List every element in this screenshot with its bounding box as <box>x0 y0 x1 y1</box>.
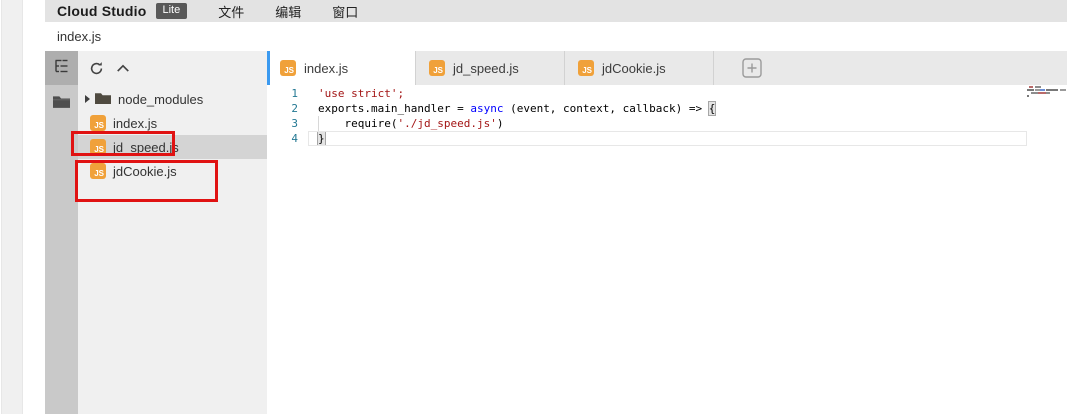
folder-icon <box>95 92 111 107</box>
explorer-header <box>78 51 267 85</box>
activity-bar <box>45 51 78 414</box>
line-number: 1 <box>267 86 298 101</box>
tree-item-index-js[interactable]: JS index.js <box>78 111 267 135</box>
cloud-studio-window: Cloud Studio Lite 文件 编辑 窗口 index.js <box>0 0 1067 414</box>
line-number: 2 <box>267 101 298 116</box>
list-tree-icon <box>53 58 70 79</box>
app-logo: Cloud Studio <box>57 3 147 19</box>
minimap-line <box>1027 92 1067 94</box>
code-editor[interactable]: 1 'use strict'; 2 exports.main_handler =… <box>267 85 1067 414</box>
javascript-file-icon: JS <box>90 139 106 155</box>
menubar: Cloud Studio Lite 文件 编辑 窗口 <box>45 0 1067 22</box>
refresh-button[interactable] <box>89 61 104 76</box>
explorer-panel: node_modules JS index.js JS jd_speed.js … <box>78 51 267 414</box>
breadcrumb-filename: index.js <box>57 29 101 44</box>
current-line-highlight <box>308 131 1027 146</box>
expand-arrow-icon[interactable] <box>85 95 90 103</box>
menu-file[interactable]: 文件 <box>218 2 244 21</box>
folder-icon <box>53 95 70 113</box>
code-line: 2 exports.main_handler = async (event, c… <box>267 101 1067 116</box>
breadcrumb: index.js <box>45 22 1067 51</box>
minimap-line <box>1027 95 1067 97</box>
outer-left-panel <box>1 0 23 414</box>
tree-item-node-modules[interactable]: node_modules <box>78 87 267 111</box>
menu-window[interactable]: 窗口 <box>332 2 358 21</box>
code-line: 1 'use strict'; <box>267 86 1067 101</box>
tab-jd-speed-js[interactable]: JS jd_speed.js <box>416 51 565 85</box>
tab-bar: JS index.js JS jd_speed.js JS jdCookie.j… <box>267 51 1067 85</box>
tree-item-label: jdCookie.js <box>113 164 177 179</box>
javascript-file-icon: JS <box>429 60 445 76</box>
new-tab-button[interactable] <box>742 58 762 78</box>
tree-item-label: jd_speed.js <box>113 140 179 155</box>
javascript-file-icon: JS <box>280 60 296 76</box>
tab-jdcookie-js[interactable]: JS jdCookie.js <box>565 51 714 85</box>
code-line: 3 require('./jd_speed.js') <box>267 116 1067 131</box>
line-number: 3 <box>267 116 298 131</box>
tree-item-label: index.js <box>113 116 157 131</box>
collapse-all-button[interactable] <box>116 62 130 74</box>
tree-item-jd-speed-js[interactable]: JS jd_speed.js <box>78 135 267 159</box>
lite-badge: Lite <box>156 3 188 19</box>
minimap[interactable] <box>1027 86 1067 108</box>
open-folder-button[interactable] <box>45 91 78 117</box>
tab-label: jd_speed.js <box>453 61 519 76</box>
line-number: 4 <box>267 131 298 146</box>
minimap-line <box>1027 89 1067 91</box>
editor-region: JS index.js JS jd_speed.js JS jdCookie.j… <box>267 51 1067 414</box>
minimap-line <box>1027 86 1067 88</box>
javascript-file-icon: JS <box>578 60 594 76</box>
tab-label: index.js <box>304 61 348 76</box>
tree-item-label: node_modules <box>118 92 203 107</box>
file-tree: node_modules JS index.js JS jd_speed.js … <box>78 85 267 183</box>
tab-label: jdCookie.js <box>602 61 666 76</box>
menu-edit[interactable]: 编辑 <box>275 2 301 21</box>
tab-index-js[interactable]: JS index.js <box>267 51 416 85</box>
javascript-file-icon: JS <box>90 115 106 131</box>
tree-item-jdcookie-js[interactable]: JS jdCookie.js <box>78 159 267 183</box>
javascript-file-icon: JS <box>90 163 106 179</box>
explorer-view-button[interactable] <box>45 51 78 85</box>
app-frame: Cloud Studio Lite 文件 编辑 窗口 index.js <box>45 0 1067 414</box>
